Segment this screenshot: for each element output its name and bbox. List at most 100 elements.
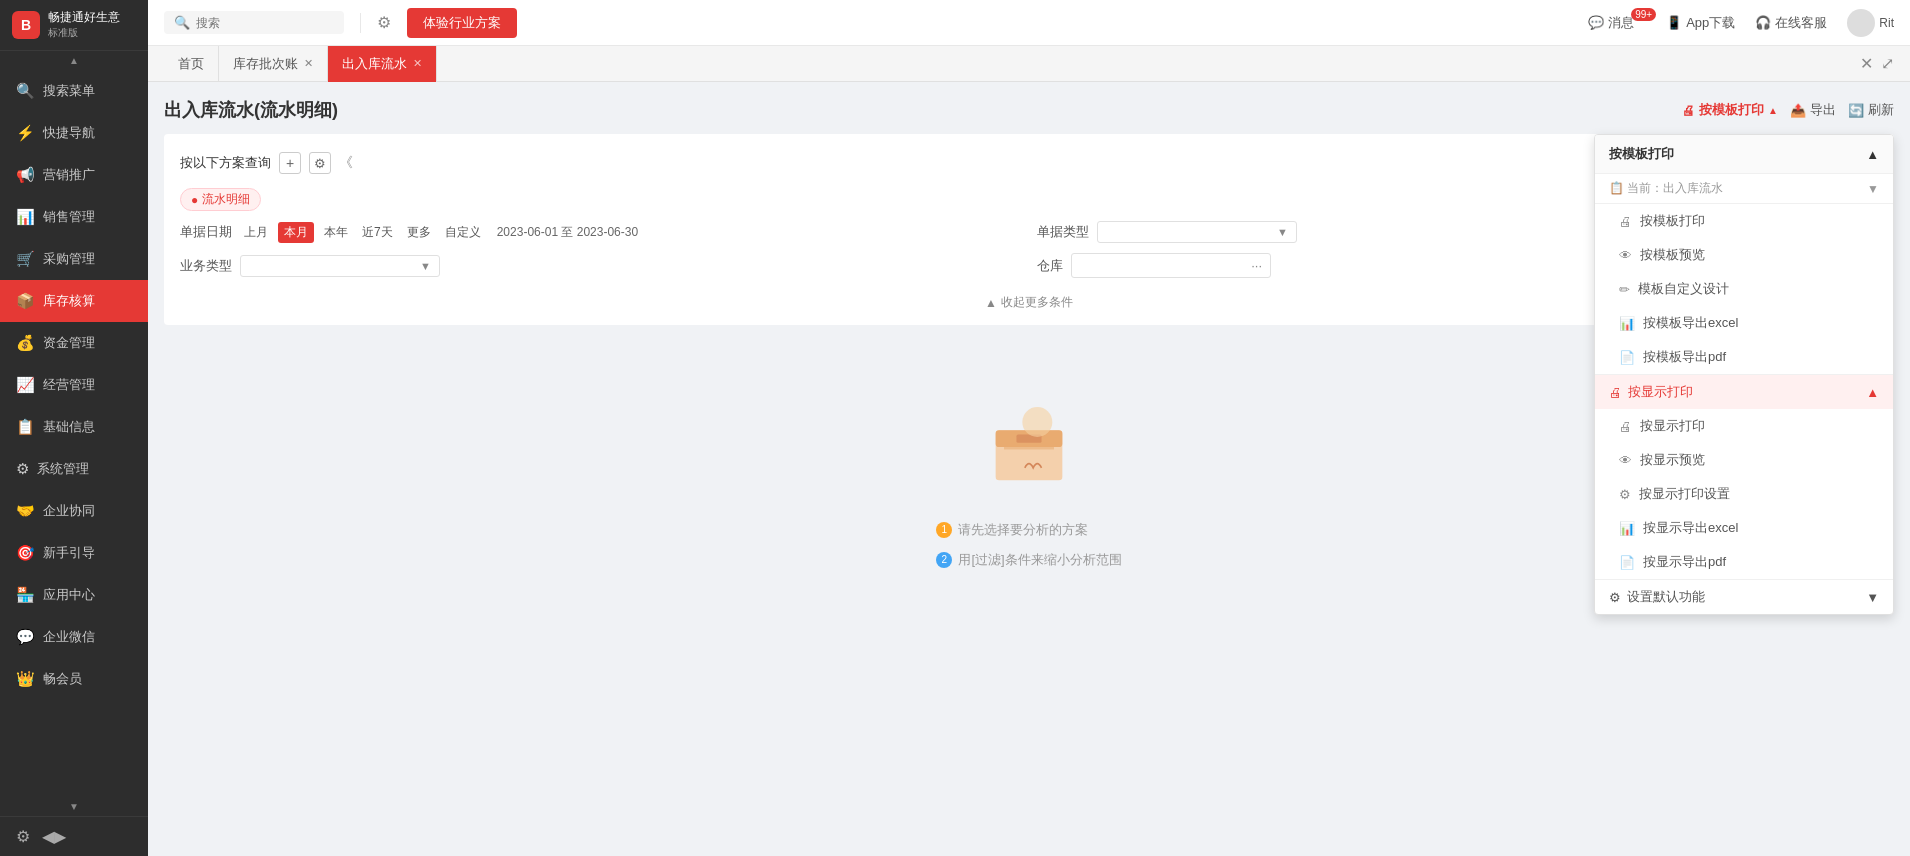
dropdown-item-export-excel-display[interactable]: 📊 按显示导出excel xyxy=(1595,511,1893,545)
tab-batch-close[interactable]: ✕ xyxy=(304,57,313,70)
refresh-btn[interactable]: 🔄 刷新 xyxy=(1848,101,1894,119)
sidebar-label-basic: 基础信息 xyxy=(43,418,95,436)
dropdown-item-custom-design[interactable]: ✏ 模板自定义设计 xyxy=(1595,272,1893,306)
doc-type-select[interactable]: ▼ xyxy=(1097,221,1297,243)
sidebar-scroll-up[interactable]: ▲ xyxy=(0,51,148,70)
sidebar-item-wechat[interactable]: 💬 企业微信 xyxy=(0,616,148,658)
wechat-icon: 💬 xyxy=(16,628,35,646)
export-pdf-template-label: 按模板导出pdf xyxy=(1643,348,1726,366)
user-area[interactable]: Rit xyxy=(1847,9,1894,37)
basic-icon: 📋 xyxy=(16,418,35,436)
business-type-select[interactable]: ▼ xyxy=(240,255,440,277)
sidebar-label-member: 畅会员 xyxy=(43,670,82,688)
app-download-btn[interactable]: 📱 App下载 xyxy=(1666,14,1735,32)
sidebar-label-collab: 企业协同 xyxy=(43,502,95,520)
filter-7days[interactable]: 近7天 xyxy=(358,222,397,243)
sidebar-scroll-down[interactable]: ▼ xyxy=(0,797,148,816)
export-btn[interactable]: 📤 导出 xyxy=(1790,101,1836,119)
warehouse-label: 仓库 xyxy=(1037,257,1063,275)
message-btn[interactable]: 💬 消息 99+ xyxy=(1588,14,1646,32)
dropdown-item-print-display[interactable]: 🖨 按显示打印 xyxy=(1595,409,1893,443)
date-filters: 上月 本月 本年 近7天 更多 自定义 2023-06-01 至 2023-06… xyxy=(240,222,638,243)
sidebar-item-search[interactable]: 🔍 搜索菜单 xyxy=(0,70,148,112)
tip2-text: 用[过滤]条件来缩小分析范围 xyxy=(958,547,1121,573)
print-display-label: 按显示打印 xyxy=(1640,417,1705,435)
sidebar-item-quicknav[interactable]: ⚡ 快捷导航 xyxy=(0,112,148,154)
filter-this-month[interactable]: 本月 xyxy=(278,222,314,243)
sidebar-item-basic[interactable]: 📋 基础信息 xyxy=(0,406,148,448)
printer-icon: 🖨 xyxy=(1682,103,1695,118)
refresh-label: 刷新 xyxy=(1868,101,1894,119)
tab-batch[interactable]: 库存批次账 ✕ xyxy=(219,46,328,82)
section3-title[interactable]: ⚙ 设置默认功能 ▼ xyxy=(1595,580,1893,614)
current-label: 📋 当前：出入库流水 xyxy=(1609,180,1723,197)
sidebar-item-collab[interactable]: 🤝 企业协同 xyxy=(0,490,148,532)
trial-button[interactable]: 体验行业方案 xyxy=(407,8,517,38)
sidebar-item-finance[interactable]: 💰 资金管理 xyxy=(0,322,148,364)
dropdown-item-export-excel-template[interactable]: 📊 按模板导出excel xyxy=(1595,306,1893,340)
warehouse-select[interactable]: ··· xyxy=(1071,253,1271,278)
current-arrow-icon: ▼ xyxy=(1867,182,1879,196)
export-pdf-display-label: 按显示导出pdf xyxy=(1643,553,1726,571)
sidebar-item-marketing[interactable]: 📢 营销推广 xyxy=(0,154,148,196)
section2-label: 按显示打印 xyxy=(1628,383,1693,401)
tab-flow[interactable]: 出入库流水 ✕ xyxy=(328,46,437,82)
custom-design-icon: ✏ xyxy=(1619,282,1630,297)
avatar xyxy=(1847,9,1875,37)
dropdown-item-print-settings-display[interactable]: ⚙ 按显示打印设置 xyxy=(1595,477,1893,511)
dropdown-item-preview-display[interactable]: 👁 按显示预览 xyxy=(1595,443,1893,477)
dropdown-item-export-pdf-template[interactable]: 📄 按模板导出pdf xyxy=(1595,340,1893,374)
topbar-search-box[interactable]: 🔍 xyxy=(164,11,344,34)
tab-home[interactable]: 首页 xyxy=(164,46,219,82)
empty-tips-container: 1 请先选择要分析的方案 2 用[过滤]条件来缩小分析范围 xyxy=(936,517,1121,577)
dropdown-item-preview-template[interactable]: 👁 按模板预览 xyxy=(1595,238,1893,272)
topbar-gear-icon[interactable]: ⚙ xyxy=(377,13,391,32)
print-template-icon: 🖨 xyxy=(1619,214,1632,229)
purchase-icon: 🛒 xyxy=(16,250,35,268)
print-btn[interactable]: 🖨 按模板打印 ▲ xyxy=(1682,101,1778,119)
dropdown-item-print-template[interactable]: 🖨 按模板打印 xyxy=(1595,204,1893,238)
export-icon: 📤 xyxy=(1790,103,1806,118)
sidebar-item-appcenter[interactable]: 🏪 应用中心 xyxy=(0,574,148,616)
tab-flow-close[interactable]: ✕ xyxy=(413,57,422,70)
guide-icon: 🎯 xyxy=(16,544,35,562)
filter-more[interactable]: 更多 xyxy=(403,222,435,243)
dropdown-item-export-pdf-display[interactable]: 📄 按显示导出pdf xyxy=(1595,545,1893,579)
filter-last-month[interactable]: 上月 xyxy=(240,222,272,243)
online-service-btn[interactable]: 🎧 在线客服 xyxy=(1755,14,1827,32)
sidebar-item-member[interactable]: 👑 畅会员 xyxy=(0,658,148,700)
print-settings-display-label: 按显示打印设置 xyxy=(1639,485,1730,503)
search-setting-button[interactable]: ⚙ xyxy=(309,152,331,174)
filter-tag[interactable]: ● 流水明细 xyxy=(180,188,261,211)
export-label: 导出 xyxy=(1810,101,1836,119)
quicknav-icon: ⚡ xyxy=(16,124,35,142)
current-template-row[interactable]: 📋 当前：出入库流水 ▼ xyxy=(1595,174,1893,203)
sidebar-item-system[interactable]: ⚙ 系统管理 xyxy=(0,448,148,490)
sidebar-item-guide[interactable]: 🎯 新手引导 xyxy=(0,532,148,574)
sidebar-item-purchase[interactable]: 🛒 采购管理 xyxy=(0,238,148,280)
sidebar-item-operation[interactable]: 📈 经营管理 xyxy=(0,364,148,406)
refresh-icon: 🔄 xyxy=(1848,103,1864,118)
sidebar-label-marketing: 营销推广 xyxy=(43,166,95,184)
collapse-sidebar-icon[interactable]: ◀▶ xyxy=(42,827,66,846)
sidebar-item-sales[interactable]: 📊 销售管理 xyxy=(0,196,148,238)
doc-type-label: 单据类型 xyxy=(1037,223,1089,241)
collapse-label: 收起更多条件 xyxy=(1001,294,1073,311)
tab-maximize-icon[interactable]: ⤢ xyxy=(1881,54,1894,73)
section2-title[interactable]: 🖨 按显示打印 ▲ xyxy=(1595,375,1893,409)
section3-arrow-icon: ▼ xyxy=(1866,590,1879,605)
topbar-search-input[interactable] xyxy=(196,16,316,30)
search-collapse-icon[interactable]: 《 xyxy=(339,154,353,172)
tab-close-all-icon[interactable]: ✕ xyxy=(1860,54,1873,73)
filter-custom[interactable]: 自定义 xyxy=(441,222,485,243)
search-add-button[interactable]: + xyxy=(279,152,301,174)
export-pdf-template-icon: 📄 xyxy=(1619,350,1635,365)
svg-rect-4 xyxy=(1004,447,1054,450)
sidebar-item-inventory[interactable]: 📦 库存核算 xyxy=(0,280,148,322)
dropdown-up-icon[interactable]: ▲ xyxy=(1866,147,1879,162)
filter-this-year[interactable]: 本年 xyxy=(320,222,352,243)
warehouse-more-icon[interactable]: ··· xyxy=(1251,258,1262,273)
settings-bottom-icon[interactable]: ⚙ xyxy=(16,827,30,846)
business-type-arrow-icon: ▼ xyxy=(420,260,431,272)
export-excel-template-icon: 📊 xyxy=(1619,316,1635,331)
